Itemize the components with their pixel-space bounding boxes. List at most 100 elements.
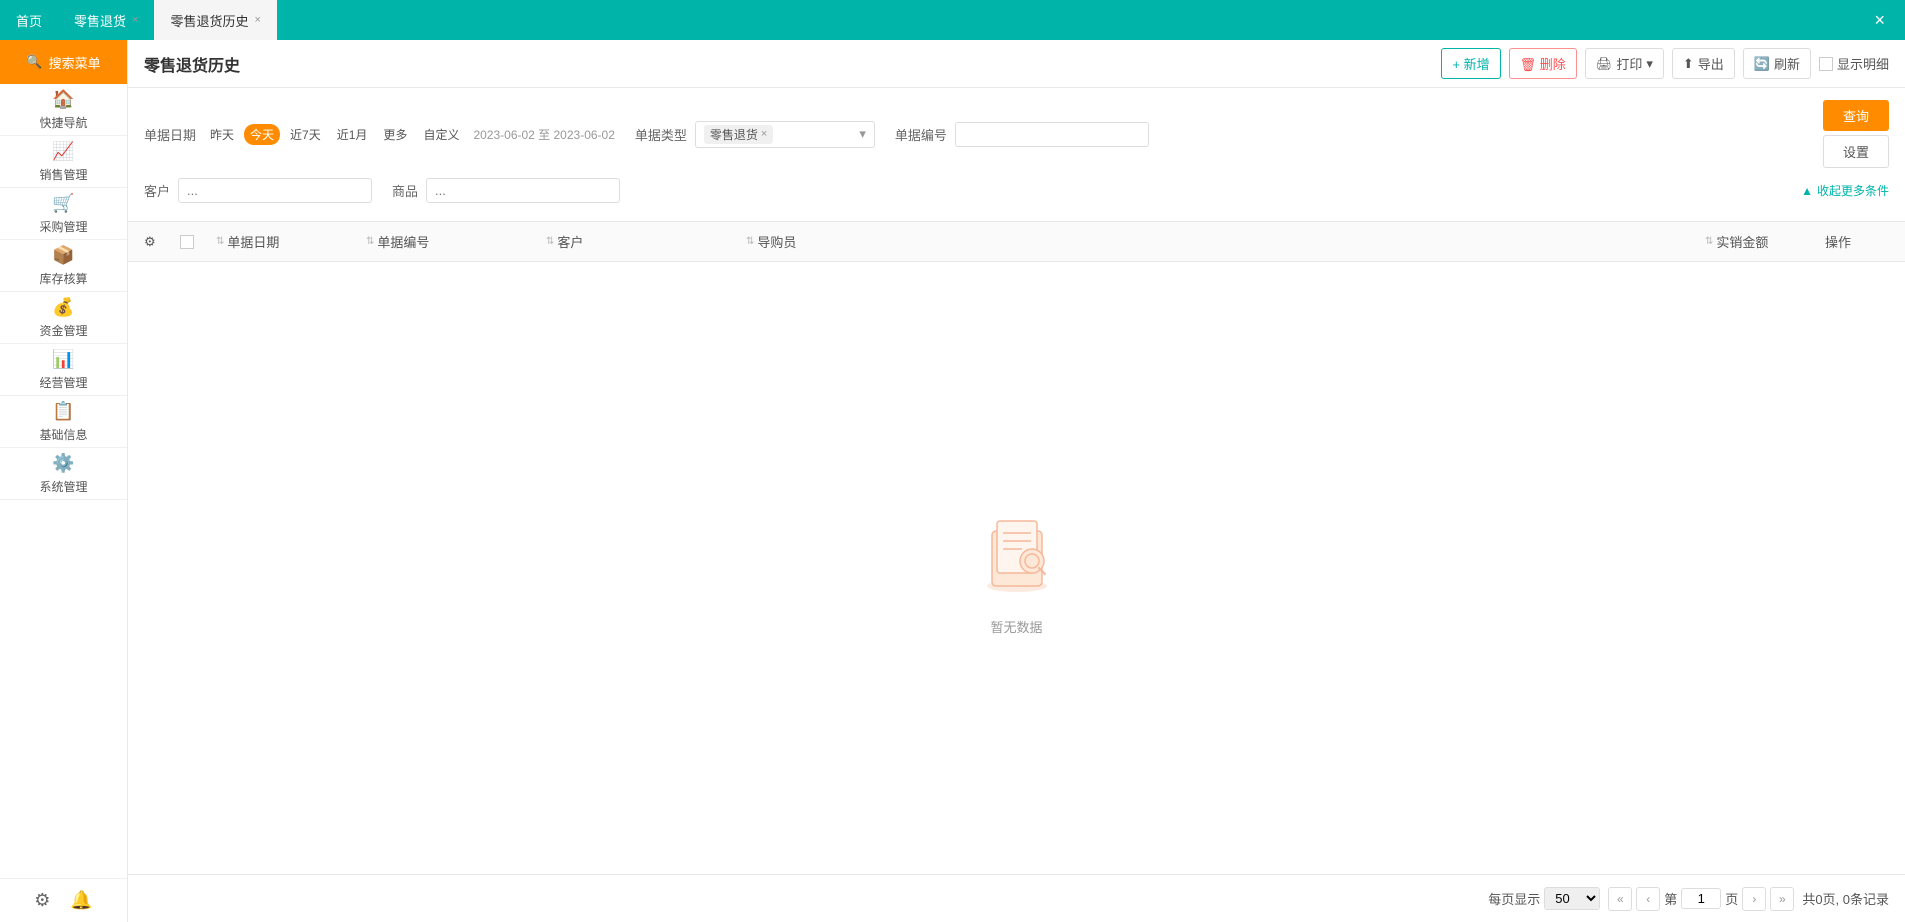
th-amount: ⇅ 实销金额 bbox=[1697, 232, 1817, 251]
tab-retail-return-history[interactable]: 零售退货历史 × bbox=[154, 0, 276, 40]
type-select[interactable]: 零售退货 × ▾ bbox=[695, 121, 875, 148]
finance-icon: 💰 bbox=[52, 297, 74, 318]
pagination-summary: 共0页, 0条记录 bbox=[1802, 889, 1889, 908]
collapse-button[interactable]: ▲ 收起更多条件 bbox=[1801, 178, 1889, 203]
num-filter: 单据编号 bbox=[895, 122, 1149, 147]
sidebar-item-operations[interactable]: 📊 经营管理 bbox=[0, 344, 127, 396]
sidebar-item-inventory[interactable]: 📦 库存核算 bbox=[0, 240, 127, 292]
sidebar-item-system[interactable]: ⚙️ 系统管理 bbox=[0, 448, 127, 500]
quicknav-icon: 🏠 bbox=[52, 89, 74, 110]
th-action-label: 操作 bbox=[1825, 232, 1851, 251]
window-close-button[interactable]: × bbox=[1866, 10, 1893, 30]
filter-area: 单据日期 昨天 今天 近7天 近1月 更多 自定义 2023-06-02 至 2… bbox=[128, 88, 1905, 222]
type-select-chevron-icon: ▾ bbox=[859, 126, 866, 142]
date-btn-custom[interactable]: 自定义 bbox=[417, 124, 465, 145]
th-checkbox[interactable] bbox=[172, 235, 208, 249]
tab-home[interactable]: 首页 bbox=[0, 0, 58, 40]
filter-settings-button[interactable]: 设置 bbox=[1823, 135, 1889, 168]
date-btn-yesterday[interactable]: 昨天 bbox=[204, 124, 240, 145]
date-btn-1month[interactable]: 近1月 bbox=[331, 124, 374, 145]
page-size-label: 每页显示 bbox=[1488, 889, 1540, 908]
page-size-wrap: 每页显示 10 20 50 100 bbox=[1488, 887, 1600, 910]
tab-retail-return-history-close[interactable]: × bbox=[254, 14, 260, 26]
refresh-button[interactable]: 🔄 刷新 bbox=[1743, 48, 1811, 79]
sort-customer-icon[interactable]: ⇅ bbox=[546, 236, 554, 247]
export-button[interactable]: ⬆ 导出 bbox=[1672, 48, 1735, 79]
table-header: ⚙ ⇅ 单据日期 ⇅ 单据编号 ⇅ 客户 ⇅ 导购员 bbox=[128, 222, 1905, 262]
num-input[interactable] bbox=[955, 122, 1149, 147]
search-icon: 🔍 bbox=[26, 54, 42, 70]
next-page-button[interactable]: › bbox=[1742, 887, 1766, 911]
customer-filter-label: 客户 bbox=[144, 181, 170, 200]
sidebar-item-basicinfo[interactable]: 📋 基础信息 bbox=[0, 396, 127, 448]
page-nav: « ‹ 第 页 › » bbox=[1608, 887, 1794, 911]
show-detail-label: 显示明细 bbox=[1837, 54, 1889, 73]
goods-input[interactable] bbox=[426, 178, 620, 203]
date-btn-more[interactable]: 更多 bbox=[377, 124, 413, 145]
sidebar-bottom: ⚙ 🔔 bbox=[0, 878, 127, 922]
sort-amount-icon[interactable]: ⇅ bbox=[1705, 236, 1713, 247]
inventory-icon: 📦 bbox=[52, 245, 74, 266]
th-date: ⇅ 单据日期 bbox=[208, 232, 358, 251]
print-icon: 🖨 bbox=[1596, 56, 1613, 72]
prev-page-button[interactable]: ‹ bbox=[1636, 887, 1660, 911]
date-btn-7days[interactable]: 近7天 bbox=[284, 124, 327, 145]
sort-num-icon[interactable]: ⇅ bbox=[366, 236, 374, 247]
print-label: 打印 bbox=[1616, 54, 1642, 73]
goods-filter: 商品 bbox=[392, 178, 620, 203]
sort-guide-icon[interactable]: ⇅ bbox=[746, 236, 754, 247]
sidebar-item-purchase[interactable]: 🛒 采购管理 bbox=[0, 188, 127, 240]
tab-retail-return-label: 零售退货 bbox=[74, 11, 126, 30]
date-filter-label: 单据日期 bbox=[144, 125, 196, 144]
toolbar: + 新增 🗑 删除 🖨 打印 ▾ ⬆ 导出 🔄 刷新 显示明细 bbox=[1441, 48, 1889, 79]
search-menu-button[interactable]: 🔍 搜索菜单 bbox=[0, 40, 127, 84]
content-area: 零售退货历史 + 新增 🗑 删除 🖨 打印 ▾ ⬆ 导出 🔄 刷新 bbox=[128, 40, 1905, 922]
show-detail-wrap: 显示明细 bbox=[1819, 54, 1889, 73]
sidebar-item-finance[interactable]: 💰 资金管理 bbox=[0, 292, 127, 344]
page-input[interactable] bbox=[1681, 888, 1721, 909]
pagination: 每页显示 10 20 50 100 « ‹ 第 页 › » 共0页, 0条记录 bbox=[128, 874, 1905, 922]
settings-bottom-icon[interactable]: ⚙ bbox=[34, 890, 50, 911]
show-detail-checkbox[interactable] bbox=[1819, 57, 1833, 71]
th-num: ⇅ 单据编号 bbox=[358, 232, 538, 251]
customer-input[interactable] bbox=[178, 178, 372, 203]
sidebar-item-sales[interactable]: 📈 销售管理 bbox=[0, 136, 127, 188]
delete-button[interactable]: 🗑 删除 bbox=[1509, 48, 1577, 79]
type-tag-close[interactable]: × bbox=[761, 128, 767, 140]
tab-retail-return-close[interactable]: × bbox=[132, 14, 138, 26]
date-btn-today[interactable]: 今天 bbox=[244, 124, 280, 145]
purchase-icon: 🛒 bbox=[52, 193, 74, 214]
th-settings[interactable]: ⚙ bbox=[136, 234, 172, 250]
sales-icon: 📈 bbox=[52, 141, 74, 162]
first-page-button[interactable]: « bbox=[1608, 887, 1632, 911]
query-button[interactable]: 查询 bbox=[1823, 100, 1889, 131]
sidebar-item-quicknav-label: 快捷导航 bbox=[39, 114, 87, 131]
customer-filter: 客户 bbox=[144, 178, 372, 203]
sound-bottom-icon[interactable]: 🔔 bbox=[70, 890, 92, 911]
sidebar-item-sales-label: 销售管理 bbox=[39, 166, 87, 183]
sidebar-item-quicknav[interactable]: 🏠 快捷导航 bbox=[0, 84, 127, 136]
tab-retail-return[interactable]: 零售退货 × bbox=[58, 0, 154, 40]
th-amount-label: 实销金额 bbox=[1716, 232, 1768, 251]
sidebar-item-purchase-label: 采购管理 bbox=[39, 218, 87, 235]
type-tag-value: 零售退货 bbox=[710, 126, 758, 143]
th-customer-label: 客户 bbox=[557, 232, 583, 251]
num-filter-label: 单据编号 bbox=[895, 125, 947, 144]
collapse-icon: ▲ bbox=[1801, 184, 1813, 198]
sort-date-icon[interactable]: ⇅ bbox=[216, 236, 224, 247]
type-tag: 零售退货 × bbox=[704, 125, 773, 144]
sidebar-item-operations-label: 经营管理 bbox=[39, 374, 87, 391]
th-customer: ⇅ 客户 bbox=[538, 232, 738, 251]
page-header: 零售退货历史 + 新增 🗑 删除 🖨 打印 ▾ ⬆ 导出 🔄 刷新 bbox=[128, 40, 1905, 88]
print-button[interactable]: 🖨 打印 ▾ bbox=[1585, 48, 1664, 79]
print-chevron-icon: ▾ bbox=[1646, 56, 1653, 72]
sidebar-item-basicinfo-label: 基础信息 bbox=[39, 426, 87, 443]
tab-home-label: 首页 bbox=[16, 11, 42, 30]
new-button[interactable]: + 新增 bbox=[1441, 48, 1500, 79]
last-page-button[interactable]: » bbox=[1770, 887, 1794, 911]
sidebar-item-finance-label: 资金管理 bbox=[39, 322, 87, 339]
goods-filter-label: 商品 bbox=[392, 181, 418, 200]
export-icon: ⬆ bbox=[1683, 56, 1694, 72]
th-action: 操作 bbox=[1817, 232, 1897, 251]
page-size-select[interactable]: 10 20 50 100 bbox=[1544, 887, 1600, 910]
